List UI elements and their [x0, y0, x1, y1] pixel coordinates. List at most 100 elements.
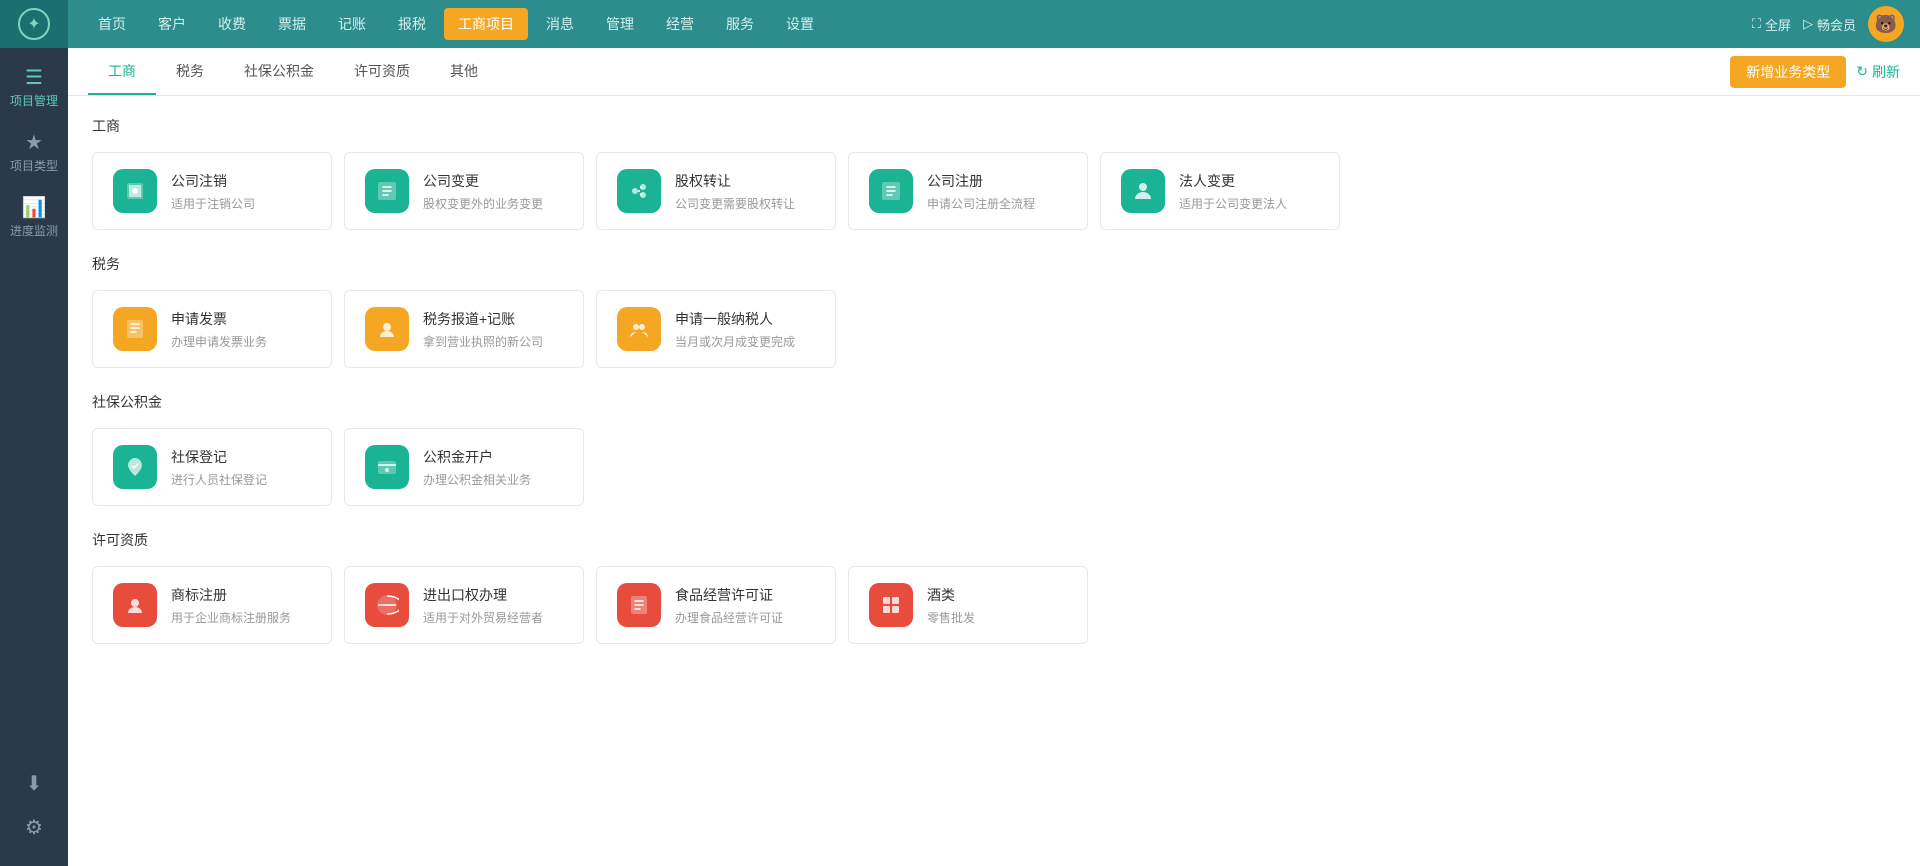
card-text-trademark: 商标注册 用于企业商标注册服务: [171, 585, 291, 626]
card-icon-tax-report: [365, 307, 409, 351]
card-icon-food-license: [617, 583, 661, 627]
add-business-type-button[interactable]: 新增业务类型: [1730, 56, 1846, 88]
card-title-import-export: 进出口权办理: [423, 585, 543, 605]
card-text-social-insurance: 社保登记 进行人员社保登记: [171, 447, 267, 488]
sidebar-item-label-project-management: 项目管理: [10, 92, 58, 109]
refresh-label: 刷新: [1872, 62, 1900, 82]
settings-icon: ⚙: [25, 818, 43, 838]
nav-item-工商项目[interactable]: 工商项目: [444, 8, 528, 40]
nav-item-票据[interactable]: 票据: [264, 8, 320, 40]
card-title-company-cancel: 公司注销: [171, 171, 255, 191]
card-title-apply-invoice: 申请发票: [171, 309, 267, 329]
sidebar-item-settings[interactable]: ⚙: [17, 806, 51, 850]
nav-item-首页[interactable]: 首页: [84, 8, 140, 40]
card-title-provident-fund: 公积金开户: [423, 447, 531, 467]
nav-item-记账[interactable]: 记账: [324, 8, 380, 40]
nav-item-管理[interactable]: 管理: [592, 8, 648, 40]
cards-grid-shebao: 社保登记 进行人员社保登记 公积金开户 办理公积金相关业务: [92, 428, 1896, 506]
card-apply-invoice[interactable]: 申请发票 办理申请发票业务: [92, 290, 332, 368]
vip-label: 畅会员: [1817, 15, 1856, 34]
top-nav: ✦ 首页客户收费票据记账报税工商项目消息管理经营服务设置 ⛶ 全屏 ▷ 畅会员 …: [0, 0, 1920, 48]
card-alcohol[interactable]: 酒类 零售批发: [848, 566, 1088, 644]
section-title-gongshang: 工商: [92, 116, 1896, 136]
sidebar-item-project-type[interactable]: ★ 项目类型: [0, 121, 68, 186]
tab-gongshang[interactable]: 工商: [88, 49, 156, 95]
card-apply-general-taxpayer[interactable]: 申请一般纳税人 当月或次月成变更完成: [596, 290, 836, 368]
card-legal-change[interactable]: 法人变更 适用于公司变更法人: [1100, 152, 1340, 230]
card-icon-equity-transfer: [617, 169, 661, 213]
tab-xuke-zizhi[interactable]: 许可资质: [334, 49, 430, 95]
nav-item-服务[interactable]: 服务: [712, 8, 768, 40]
sidebar-item-label-progress-monitor: 进度监测: [10, 222, 58, 239]
card-desc-food-license: 办理食品经营许可证: [675, 609, 783, 626]
sidebar-item-progress-monitor[interactable]: 📊 进度监测: [0, 186, 68, 251]
card-text-apply-general-taxpayer: 申请一般纳税人 当月或次月成变更完成: [675, 309, 795, 350]
vip-icon: ▷: [1803, 16, 1813, 32]
nav-item-经营[interactable]: 经营: [652, 8, 708, 40]
content-area: 工商 税务 社保公积金 许可资质 其他 新增业务类型 ↻ 刷新 工商: [68, 48, 1920, 866]
card-text-tax-report: 税务报道+记账 拿到营业执照的新公司: [423, 309, 543, 350]
card-trademark[interactable]: 商标注册 用于企业商标注册服务: [92, 566, 332, 644]
card-title-legal-change: 法人变更: [1179, 171, 1287, 191]
card-provident-fund[interactable]: 公积金开户 办理公积金相关业务: [344, 428, 584, 506]
card-desc-trademark: 用于企业商标注册服务: [171, 609, 291, 626]
fullscreen-button[interactable]: ⛶ 全屏: [1752, 15, 1791, 34]
card-title-trademark: 商标注册: [171, 585, 291, 605]
card-icon-company-register: [869, 169, 913, 213]
card-text-company-register: 公司注册 申请公司注册全流程: [927, 171, 1035, 212]
card-text-legal-change: 法人变更 适用于公司变更法人: [1179, 171, 1287, 212]
logo-icon: ✦: [18, 8, 50, 40]
project-type-icon: ★: [25, 133, 43, 153]
card-title-company-change: 公司变更: [423, 171, 543, 191]
card-company-change[interactable]: 公司变更 股权变更外的业务变更: [344, 152, 584, 230]
nav-item-报税[interactable]: 报税: [384, 8, 440, 40]
card-social-insurance[interactable]: 社保登记 进行人员社保登记: [92, 428, 332, 506]
card-title-social-insurance: 社保登记: [171, 447, 267, 467]
card-icon-company-change: [365, 169, 409, 213]
section-gongshang: 工商 公司注销 适用于注销公司: [92, 116, 1896, 230]
card-equity-transfer[interactable]: 股权转让 公司变更需要股权转让: [596, 152, 836, 230]
section-title-xuke: 许可资质: [92, 530, 1896, 550]
main-layout: ☰ 项目管理 ★ 项目类型 📊 进度监测 ⬇ ⚙ 工商 税务 社保公积金 许可资…: [0, 48, 1920, 866]
refresh-button[interactable]: ↻ 刷新: [1856, 62, 1900, 82]
tab-actions: 新增业务类型 ↻ 刷新: [1730, 56, 1900, 88]
card-text-alcohol: 酒类 零售批发: [927, 585, 975, 626]
card-title-tax-report: 税务报道+记账: [423, 309, 543, 329]
nav-item-客户[interactable]: 客户: [144, 8, 200, 40]
sidebar-item-download[interactable]: ⬇: [17, 762, 51, 806]
tab-shuiwu[interactable]: 税务: [156, 49, 224, 95]
section-title-shuiwu: 税务: [92, 254, 1896, 274]
tab-other[interactable]: 其他: [430, 49, 498, 95]
mascot-avatar: 🐻: [1868, 6, 1904, 42]
card-desc-equity-transfer: 公司变更需要股权转让: [675, 195, 795, 212]
card-title-equity-transfer: 股权转让: [675, 171, 795, 191]
card-desc-tax-report: 拿到营业执照的新公司: [423, 333, 543, 350]
tab-shebao-gongjijin[interactable]: 社保公积金: [224, 49, 334, 95]
card-icon-legal-change: [1121, 169, 1165, 213]
card-icon-alcohol: [869, 583, 913, 627]
card-desc-company-cancel: 适用于注销公司: [171, 195, 255, 212]
card-food-license[interactable]: 食品经营许可证 办理食品经营许可证: [596, 566, 836, 644]
card-icon-apply-general-taxpayer: [617, 307, 661, 351]
vip-button[interactable]: ▷ 畅会员: [1803, 15, 1856, 34]
card-tax-report[interactable]: 税务报道+记账 拿到营业执照的新公司: [344, 290, 584, 368]
nav-right: ⛶ 全屏 ▷ 畅会员 🐻: [1752, 6, 1920, 42]
progress-monitor-icon: 📊: [22, 198, 47, 218]
card-title-food-license: 食品经营许可证: [675, 585, 783, 605]
card-icon-provident-fund: [365, 445, 409, 489]
nav-item-设置[interactable]: 设置: [772, 8, 828, 40]
sidebar-item-project-management[interactable]: ☰ 项目管理: [0, 56, 68, 121]
card-text-equity-transfer: 股权转让 公司变更需要股权转让: [675, 171, 795, 212]
section-title-shebao: 社保公积金: [92, 392, 1896, 412]
card-title-alcohol: 酒类: [927, 585, 975, 605]
section-shebao: 社保公积金 社保登记 进行人员社保登记: [92, 392, 1896, 506]
card-title-company-register: 公司注册: [927, 171, 1035, 191]
fullscreen-label: 全屏: [1765, 15, 1791, 34]
nav-item-消息[interactable]: 消息: [532, 8, 588, 40]
card-import-export[interactable]: 进出口权办理 适用于对外贸易经营者: [344, 566, 584, 644]
nav-item-收费[interactable]: 收费: [204, 8, 260, 40]
scroll-content: 工商 公司注销 适用于注销公司: [68, 96, 1920, 866]
card-company-register[interactable]: 公司注册 申请公司注册全流程: [848, 152, 1088, 230]
fullscreen-icon: ⛶: [1752, 16, 1761, 32]
card-company-cancel[interactable]: 公司注销 适用于注销公司: [92, 152, 332, 230]
